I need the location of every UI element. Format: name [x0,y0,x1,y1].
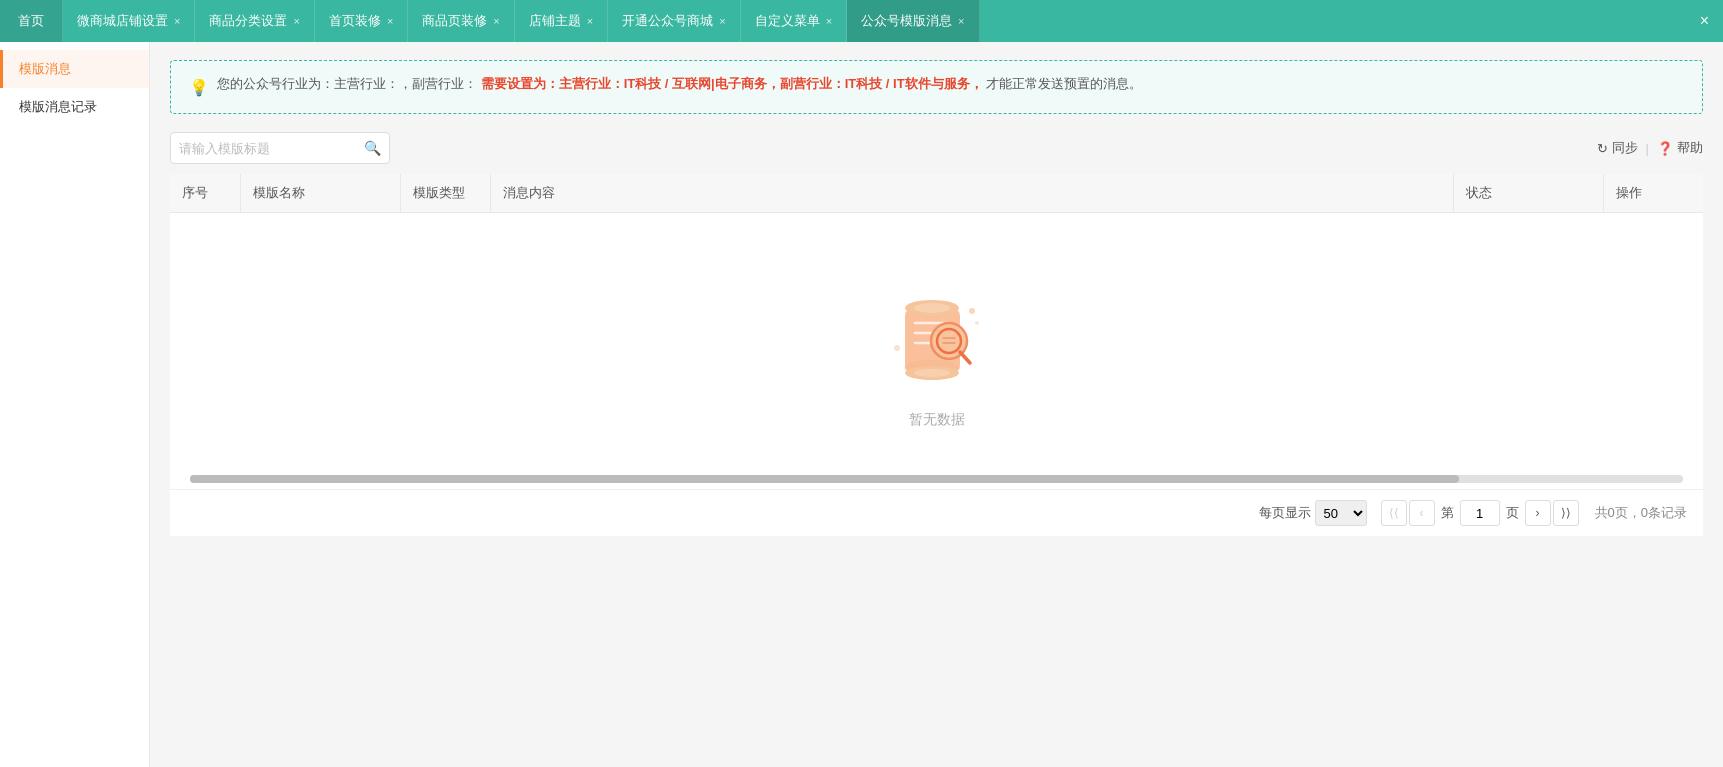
col-header-content: 消息内容 [490,174,1453,213]
nav-tab-template-msg-close[interactable]: × [958,15,964,27]
nav-tab-category-close[interactable]: × [293,15,299,27]
sidebar-item-template-record-label: 模版消息记录 [19,99,97,114]
scrollbar-thumb[interactable] [190,475,1459,483]
scrollbar-container [170,469,1703,489]
toolbar-right: ↻ 同步 | ❓ 帮助 [1597,139,1703,157]
sidebar-item-template-record[interactable]: 模版消息记录 [0,88,149,126]
nav-tab-custom-menu[interactable]: 自定义菜单 × [741,0,847,42]
svg-point-16 [894,345,900,351]
sync-label: 同步 [1612,139,1638,157]
help-button[interactable]: ❓ 帮助 [1657,139,1703,157]
page-number-input[interactable]: 1 [1460,500,1500,526]
page-input-wrap: 1 [1460,500,1500,526]
help-circle-icon: ❓ [1657,141,1673,156]
nav-tab-category-setting-label: 商品分类设置 [209,12,287,30]
toolbar-divider: | [1646,141,1649,156]
prev-page-button[interactable]: ‹ [1409,500,1435,526]
page-size-label: 每页显示 [1259,504,1311,522]
nav-tab-home-label: 首页 [18,12,44,30]
data-table: 序号 模版名称 模版类型 消息内容 状态 操作 [170,174,1703,213]
col-header-action: 操作 [1603,174,1703,213]
page-label-text: 第 [1441,504,1454,522]
svg-line-9 [960,352,970,363]
notice-text-after: 才能正常发送预置的消息。 [986,76,1142,91]
nav-tab-homepage-decor-label: 首页装修 [329,12,381,30]
nav-tab-open-mall[interactable]: 开通公众号商城 × [608,0,740,42]
main-layout: 模版消息 模版消息记录 💡 您的公众号行业为：主营行业：，副营行业： 需要设置为… [0,42,1723,767]
nav-tab-product-decor-label: 商品页装修 [422,12,487,30]
nav-tab-shop-setting[interactable]: 微商城店铺设置 × [63,0,195,42]
search-icon[interactable]: 🔍 [364,140,381,156]
bulb-icon: 💡 [189,74,209,101]
pagination-total-info: 共0页，0条记录 [1595,504,1687,522]
first-page-button[interactable]: ⟨⟨ [1381,500,1407,526]
page-nav: ⟨⟨ ‹ 第 1 页 › ⟩⟩ [1381,500,1579,526]
svg-point-3 [914,303,950,313]
sync-icon: ↻ [1597,141,1608,156]
sync-button[interactable]: ↻ 同步 [1597,139,1638,157]
nav-tab-store-theme[interactable]: 店铺主题 × [515,0,608,42]
notice-box: 💡 您的公众号行业为：主营行业：，副营行业： 需要设置为：主营行业：IT科技 /… [170,60,1703,114]
scrollbar-track[interactable] [190,475,1683,483]
col-header-name: 模版名称 [240,174,400,213]
nav-tab-product-decor-close[interactable]: × [493,15,499,27]
nav-tab-homepage-decor[interactable]: 首页装修 × [315,0,408,42]
col-header-type: 模版类型 [400,174,490,213]
nav-tab-custom-menu-close[interactable]: × [826,15,832,27]
nav-tab-template-msg[interactable]: 公众号模版消息 × [847,0,979,42]
nav-tab-shop-setting-label: 微商城店铺设置 [77,12,168,30]
sidebar: 模版消息 模版消息记录 [0,42,150,767]
nav-tab-category-setting[interactable]: 商品分类设置 × [195,0,314,42]
svg-point-14 [969,308,975,314]
sidebar-item-template-msg-label: 模版消息 [19,61,71,76]
close-all-tabs-button[interactable]: × [1686,12,1723,30]
nav-tab-homepage-decor-close[interactable]: × [387,15,393,27]
sidebar-item-template-msg[interactable]: 模版消息 [0,50,149,88]
nav-tab-template-msg-label: 公众号模版消息 [861,12,952,30]
next-page-button[interactable]: › [1525,500,1551,526]
col-header-status: 状态 [1453,174,1603,213]
nav-tab-open-mall-close[interactable]: × [719,15,725,27]
toolbar: 🔍 ↻ 同步 | ❓ 帮助 [170,132,1703,164]
empty-state-text: 暂无数据 [909,411,965,429]
search-input-wrap: 🔍 [170,132,390,164]
search-input[interactable] [179,141,364,156]
pagination-bar: 每页显示 50 10 20 100 ⟨⟨ ‹ 第 1 页 [170,489,1703,536]
notice-text: 您的公众号行业为：主营行业：，副营行业： 需要设置为：主营行业：IT科技 / 互… [217,73,1142,95]
nav-tab-store-theme-label: 店铺主题 [529,12,581,30]
nav-tab-open-mall-label: 开通公众号商城 [622,12,713,30]
empty-state: 暂无数据 [170,213,1703,469]
page-size-select: 每页显示 50 10 20 100 [1259,500,1367,526]
content-area: 💡 您的公众号行业为：主营行业：，副营行业： 需要设置为：主营行业：IT科技 /… [150,42,1723,767]
nav-tab-store-theme-close[interactable]: × [587,15,593,27]
table-wrapper: 序号 模版名称 模版类型 消息内容 状态 操作 [170,174,1703,536]
table-header-row: 序号 模版名称 模版类型 消息内容 状态 操作 [170,174,1703,213]
nav-tab-custom-menu-label: 自定义菜单 [755,12,820,30]
last-page-button[interactable]: ⟩⟩ [1553,500,1579,526]
nav-tab-home[interactable]: 首页 [0,0,63,42]
svg-point-13 [914,369,950,377]
col-header-no: 序号 [170,174,240,213]
nav-tab-shop-setting-close[interactable]: × [174,15,180,27]
help-label: 帮助 [1677,139,1703,157]
nav-tab-product-decor[interactable]: 商品页装修 × [408,0,514,42]
page-suffix-text: 页 [1506,504,1519,522]
svg-point-15 [975,321,979,325]
notice-highlight: 需要设置为：主营行业：IT科技 / 互联网|电子商务，副营行业：IT科技 / I… [481,76,983,91]
top-nav: 首页 微商城店铺设置 × 商品分类设置 × 首页装修 × 商品页装修 × 店铺主… [0,0,1723,42]
notice-text-before: 您的公众号行业为：主营行业：，副营行业： [217,76,477,91]
page-size-dropdown[interactable]: 50 10 20 100 [1315,500,1367,526]
empty-state-illustration [877,273,997,393]
